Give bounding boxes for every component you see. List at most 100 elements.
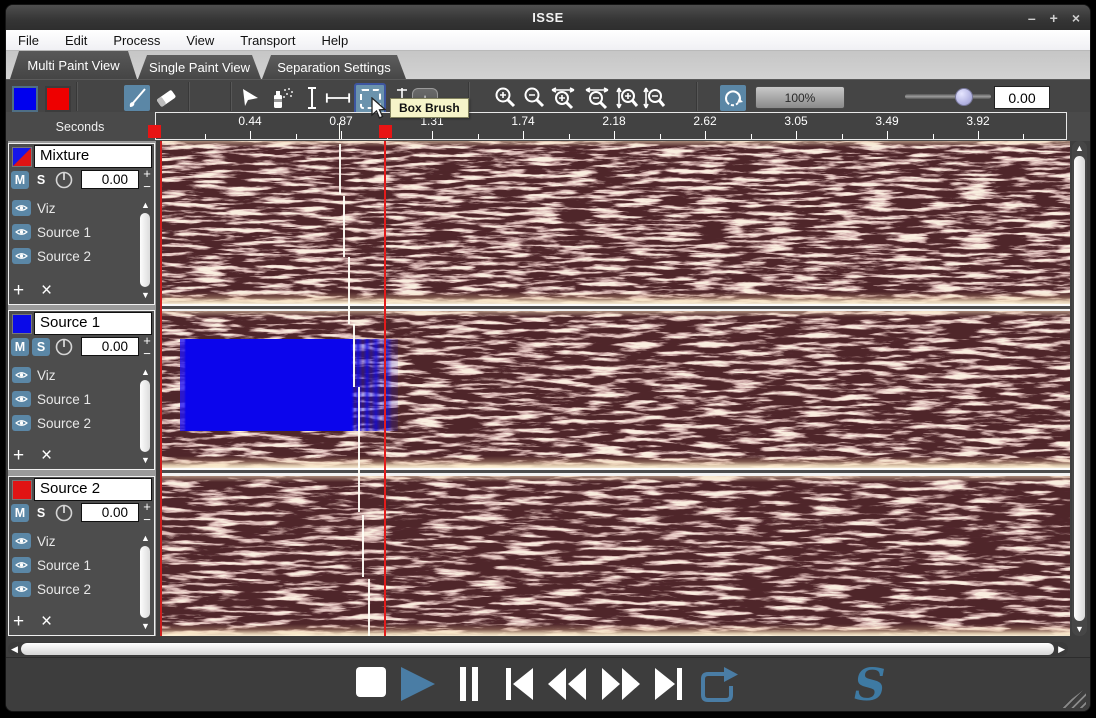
solo-button[interactable]: S xyxy=(32,504,50,522)
scroll-left-icon[interactable]: ◀ xyxy=(11,642,18,656)
layer-row[interactable]: Source 1 xyxy=(9,555,136,579)
add-layer-button[interactable]: + xyxy=(13,445,24,467)
scroll-up-icon[interactable]: ▲ xyxy=(139,367,152,377)
tab-single-paint-view[interactable]: Single Paint View xyxy=(138,55,261,79)
loop-toggle-button[interactable] xyxy=(720,85,746,111)
remove-layer-button[interactable]: × xyxy=(41,280,52,302)
skip-to-start-button[interactable] xyxy=(504,666,534,702)
track-color-swatch[interactable] xyxy=(12,480,32,500)
menu-item-file[interactable]: File xyxy=(18,33,39,48)
layer-row[interactable]: Viz xyxy=(9,531,136,555)
menu-item-process[interactable]: Process xyxy=(113,33,160,48)
layer-row[interactable]: Source 1 xyxy=(9,222,136,246)
pointer-tool[interactable] xyxy=(237,85,263,111)
visibility-eye-icon[interactable] xyxy=(12,224,31,240)
close-button[interactable]: × xyxy=(1072,11,1080,25)
resize-grip[interactable] xyxy=(1060,688,1086,708)
tab-multi-paint-view[interactable]: Multi Paint View xyxy=(10,51,137,79)
visibility-eye-icon[interactable] xyxy=(12,581,31,597)
gain-decrement[interactable]: − xyxy=(141,181,153,193)
ibeam-tool[interactable] xyxy=(299,85,325,111)
fast-forward-button[interactable] xyxy=(600,666,642,702)
loop-playback-button[interactable] xyxy=(698,666,740,704)
scrollbar-thumb[interactable] xyxy=(140,213,150,287)
visibility-eye-icon[interactable] xyxy=(12,367,31,383)
stop-button[interactable] xyxy=(355,666,387,698)
playhead-line[interactable] xyxy=(384,141,386,636)
track-name-field[interactable]: Source 2 xyxy=(34,478,152,501)
mute-button[interactable]: M xyxy=(11,171,29,189)
gain-decrement[interactable]: − xyxy=(141,514,153,526)
paint-brush-tool[interactable] xyxy=(124,85,150,111)
playhead-marker[interactable] xyxy=(379,125,392,138)
mute-button[interactable]: M xyxy=(11,338,29,356)
visibility-eye-icon[interactable] xyxy=(12,557,31,573)
layer-row[interactable]: Source 2 xyxy=(9,246,136,270)
add-layer-button[interactable]: + xyxy=(13,280,24,302)
menu-item-edit[interactable]: Edit xyxy=(65,33,87,48)
layer-row[interactable]: Viz xyxy=(9,198,136,222)
skip-to-end-button[interactable] xyxy=(654,666,684,702)
gain-field[interactable]: 0.00 xyxy=(81,337,139,356)
solo-button[interactable]: S xyxy=(32,171,50,189)
scroll-down-icon[interactable]: ▼ xyxy=(1072,624,1087,634)
menu-item-view[interactable]: View xyxy=(186,33,214,48)
track-name-field[interactable]: Source 1 xyxy=(34,312,152,335)
remove-layer-button[interactable]: × xyxy=(41,445,52,467)
menu-item-transport[interactable]: Transport xyxy=(240,33,295,48)
scrollbar-thumb[interactable] xyxy=(140,546,150,618)
zoom-in-vertical-tool[interactable] xyxy=(614,85,640,111)
add-layer-button[interactable]: + xyxy=(13,611,24,633)
gain-decrement[interactable]: − xyxy=(141,348,153,360)
zoom-in-tool[interactable] xyxy=(492,85,518,111)
tab-separation-settings[interactable]: Separation Settings xyxy=(262,55,406,79)
layer-row[interactable]: Source 2 xyxy=(9,579,136,603)
scroll-up-icon[interactable]: ▲ xyxy=(139,533,152,543)
visibility-eye-icon[interactable] xyxy=(12,200,31,216)
paint-color-blue-swatch[interactable] xyxy=(12,86,38,112)
erase-brush-tool[interactable] xyxy=(153,85,179,111)
vertical-scrollbar[interactable]: ▲ ▼ xyxy=(1072,141,1087,636)
scroll-up-icon[interactable]: ▲ xyxy=(139,200,152,210)
scrollbar-thumb[interactable] xyxy=(1074,156,1085,621)
minimize-button[interactable]: – xyxy=(1028,11,1036,25)
pause-button[interactable] xyxy=(458,666,480,702)
gain-knob[interactable] xyxy=(55,171,73,194)
mute-button[interactable]: M xyxy=(11,504,29,522)
layer-row[interactable]: Source 2 xyxy=(9,413,136,437)
spectrogram-source-2[interactable] xyxy=(160,476,1070,636)
slider-knob[interactable] xyxy=(955,88,973,106)
solo-button[interactable]: S xyxy=(32,338,50,356)
visibility-eye-icon[interactable] xyxy=(12,533,31,549)
spectrogram-mixture[interactable] xyxy=(160,141,1070,304)
gain-field[interactable]: 0.00 xyxy=(81,170,139,189)
loop-start-marker[interactable] xyxy=(148,125,161,138)
gain-field[interactable]: 0.00 xyxy=(81,503,139,522)
time-ruler[interactable]: 0.440.871.311.742.182.623.053.493.92 xyxy=(155,112,1067,140)
scrollbar-thumb[interactable] xyxy=(140,380,150,452)
scrollbar-thumb[interactable] xyxy=(21,643,1054,655)
value-field[interactable]: 0.00 xyxy=(994,86,1050,109)
scroll-up-icon[interactable]: ▲ xyxy=(1072,143,1087,153)
visibility-eye-icon[interactable] xyxy=(12,248,31,264)
zoom-out-tool[interactable] xyxy=(521,85,547,111)
track-color-swatch[interactable] xyxy=(12,147,32,167)
painted-box-annotation[interactable] xyxy=(180,339,398,431)
play-button[interactable] xyxy=(399,666,437,702)
gain-knob[interactable] xyxy=(55,504,73,527)
menu-item-help[interactable]: Help xyxy=(321,33,348,48)
gain-knob[interactable] xyxy=(55,338,73,361)
zoom-in-horizontal-tool[interactable] xyxy=(549,85,579,111)
visibility-eye-icon[interactable] xyxy=(12,415,31,431)
track-name-field[interactable]: Mixture xyxy=(34,145,152,168)
zoom-out-vertical-tool[interactable] xyxy=(641,85,667,111)
zoom-out-horizontal-tool[interactable] xyxy=(583,85,613,111)
layer-row[interactable]: Viz xyxy=(9,365,136,389)
track-color-swatch[interactable] xyxy=(12,314,32,334)
maximize-button[interactable]: + xyxy=(1050,11,1058,25)
zoom-level-select[interactable]: 100% xyxy=(755,86,845,109)
airbrush-tool[interactable] xyxy=(268,85,294,111)
paint-color-red-swatch[interactable] xyxy=(45,86,71,112)
titlebar[interactable]: ISSE – + × xyxy=(6,5,1090,30)
horizontal-scrollbar[interactable]: ◀ ▶ xyxy=(8,642,1068,656)
